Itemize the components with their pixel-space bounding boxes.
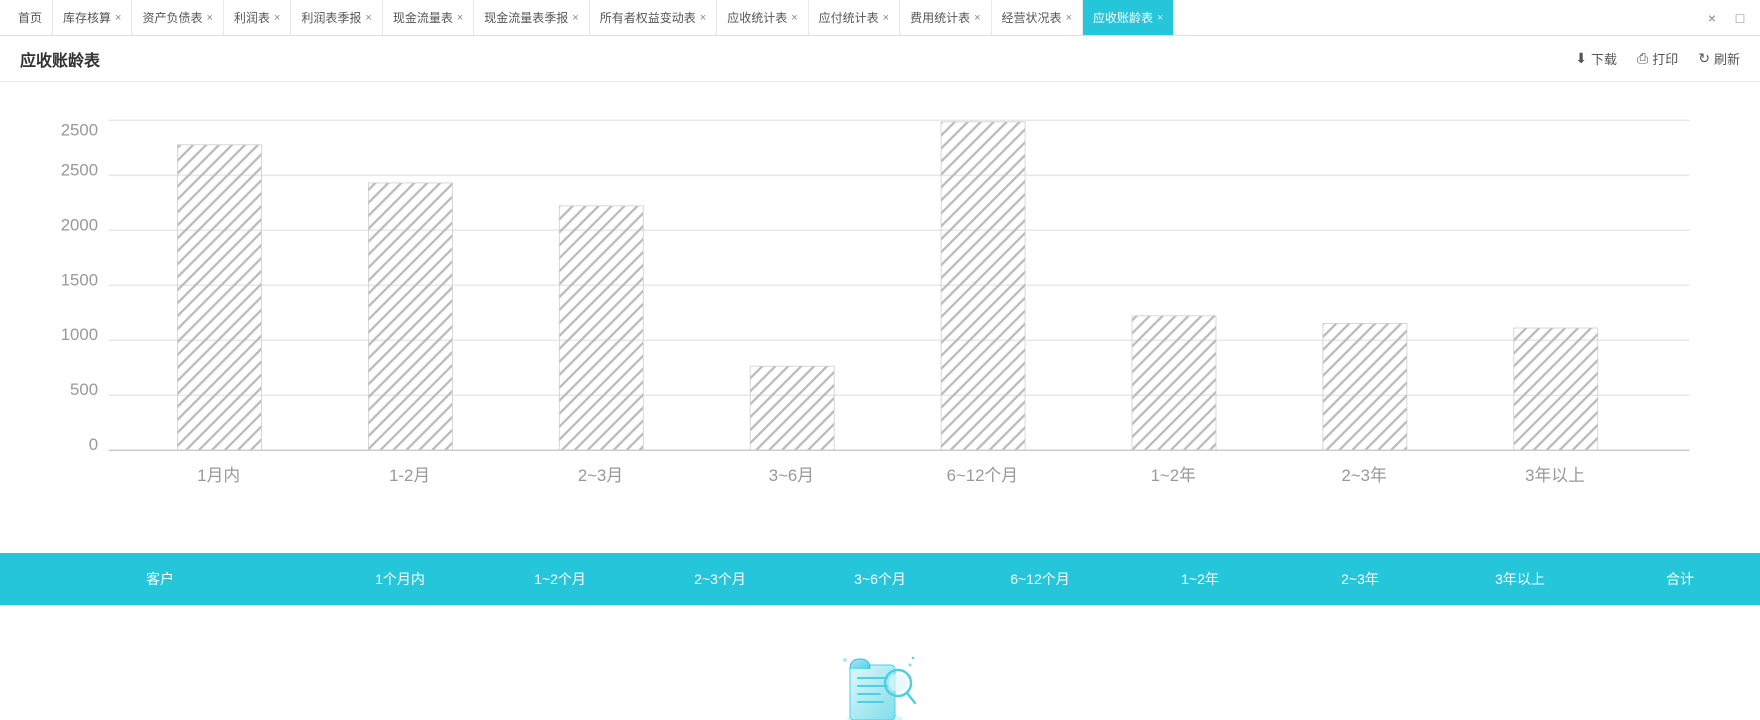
col-header-6-12month: 6~12个月 <box>960 553 1120 605</box>
bar-6-12月 <box>941 122 1025 450</box>
col-header-1-2month: 1~2个月 <box>480 553 640 605</box>
empty-state <box>0 605 1760 720</box>
bar-3-6月 <box>750 366 834 450</box>
svg-text:1~2年: 1~2年 <box>1151 466 1196 485</box>
tab-inventory[interactable]: 库存核算 × <box>53 0 132 36</box>
bar-1-2月 <box>368 183 452 450</box>
tab-close-cashflow-quarter[interactable]: × <box>572 12 578 24</box>
tab-ar-stat[interactable]: 应收统计表 × <box>717 0 808 36</box>
col-header-1-2year: 1~2年 <box>1120 553 1280 605</box>
tab-close-ap-stat[interactable]: × <box>883 12 889 24</box>
tab-close-ar-aging[interactable]: × <box>1157 12 1163 24</box>
tab-expense-stat[interactable]: 费用统计表 × <box>900 0 991 36</box>
svg-text:0: 0 <box>89 435 98 454</box>
tab-ap-stat[interactable]: 应付统计表 × <box>809 0 900 36</box>
refresh-icon: ↻ <box>1698 50 1710 67</box>
bar-2-3年 <box>1323 323 1407 450</box>
table-header: 客户 1个月内 1~2个月 2~3个月 3~6个月 6~12个月 1~2年 2~… <box>0 553 1760 605</box>
page-title: 应收账龄表 <box>20 47 100 71</box>
tab-close-expense-stat[interactable]: × <box>974 12 980 24</box>
svg-text:1月内: 1月内 <box>197 466 240 485</box>
tab-close-cashflow[interactable]: × <box>457 12 463 24</box>
tab-equity[interactable]: 所有者权益变动表 × <box>590 0 717 36</box>
tab-close-balance[interactable]: × <box>206 12 212 24</box>
main-content: 0 500 1000 1500 2000 2500 2500 <box>0 82 1760 720</box>
col-header-2-3year: 2~3年 <box>1280 553 1440 605</box>
bar-1月内 <box>177 145 261 450</box>
tab-close-equity[interactable]: × <box>700 12 706 24</box>
header-actions: ⬇ 下载 ⎙ 打印 ↻ 刷新 <box>1575 49 1740 68</box>
svg-text:2500: 2500 <box>61 160 98 179</box>
tab-operation[interactable]: 经营状况表 × <box>992 0 1083 36</box>
tab-profit[interactable]: 利润表 × <box>224 0 291 36</box>
svg-text:6~12个月: 6~12个月 <box>947 466 1018 485</box>
svg-text:1500: 1500 <box>61 270 98 289</box>
tab-profit-quarter[interactable]: 利润表季报 × <box>291 0 382 36</box>
bar-3年以上 <box>1514 328 1598 450</box>
tab-ar-aging[interactable]: 应收账龄表 × <box>1083 0 1174 36</box>
tab-balance[interactable]: 资产负债表 × <box>132 0 223 36</box>
col-header-3plus-year: 3年以上 <box>1440 553 1600 605</box>
col-header-1month: 1个月内 <box>320 553 480 605</box>
svg-text:3~6月: 3~6月 <box>769 466 814 485</box>
bar-chart: 0 500 1000 1500 2000 2500 2500 <box>40 102 1720 530</box>
tab-bar: 首页 库存核算 × 资产负债表 × 利润表 × 利润表季报 × 现金流量表 × … <box>0 0 1760 36</box>
download-icon: ⬇ <box>1575 50 1587 67</box>
svg-text:2500: 2500 <box>61 121 98 140</box>
tab-close-operation[interactable]: × <box>1066 12 1072 24</box>
chart-area: 0 500 1000 1500 2000 2500 2500 <box>0 82 1760 553</box>
svg-text:2~3月: 2~3月 <box>578 466 623 485</box>
svg-text:2000: 2000 <box>61 215 98 234</box>
svg-text:3年以上: 3年以上 <box>1525 466 1585 485</box>
col-header-2-3month: 2~3个月 <box>640 553 800 605</box>
print-button[interactable]: ⎙ 打印 <box>1637 49 1678 68</box>
bar-2-3月 <box>559 206 643 450</box>
close-window-icon[interactable]: × <box>1700 6 1724 30</box>
page-header: 应收账龄表 ⬇ 下载 ⎙ 打印 ↻ 刷新 <box>0 36 1760 82</box>
svg-text:500: 500 <box>70 380 98 399</box>
print-icon: ⎙ <box>1637 50 1648 67</box>
tab-cashflow-quarter[interactable]: 现金流量表季报 × <box>474 0 589 36</box>
tab-close-profit[interactable]: × <box>274 12 280 24</box>
svg-text:2~3年: 2~3年 <box>1342 466 1387 485</box>
maximize-window-icon[interactable]: □ <box>1728 6 1752 30</box>
tab-home[interactable]: 首页 <box>8 0 53 36</box>
bar-1-2年 <box>1132 316 1216 450</box>
col-header-3-6month: 3~6个月 <box>800 553 960 605</box>
window-controls: × □ <box>1700 6 1752 30</box>
empty-state-icon <box>830 645 930 720</box>
tab-close-ar-stat[interactable]: × <box>791 12 797 24</box>
refresh-button[interactable]: ↻ 刷新 <box>1698 49 1740 68</box>
tab-close-profit-quarter[interactable]: × <box>365 12 371 24</box>
tab-cashflow[interactable]: 现金流量表 × <box>383 0 474 36</box>
col-header-total: 合计 <box>1600 553 1760 605</box>
svg-text:1-2月: 1-2月 <box>389 466 430 485</box>
svg-text:1000: 1000 <box>61 325 98 344</box>
tab-close-inventory[interactable]: × <box>115 12 121 24</box>
download-button[interactable]: ⬇ 下载 <box>1575 49 1617 68</box>
col-header-customer: 客户 <box>0 553 320 605</box>
